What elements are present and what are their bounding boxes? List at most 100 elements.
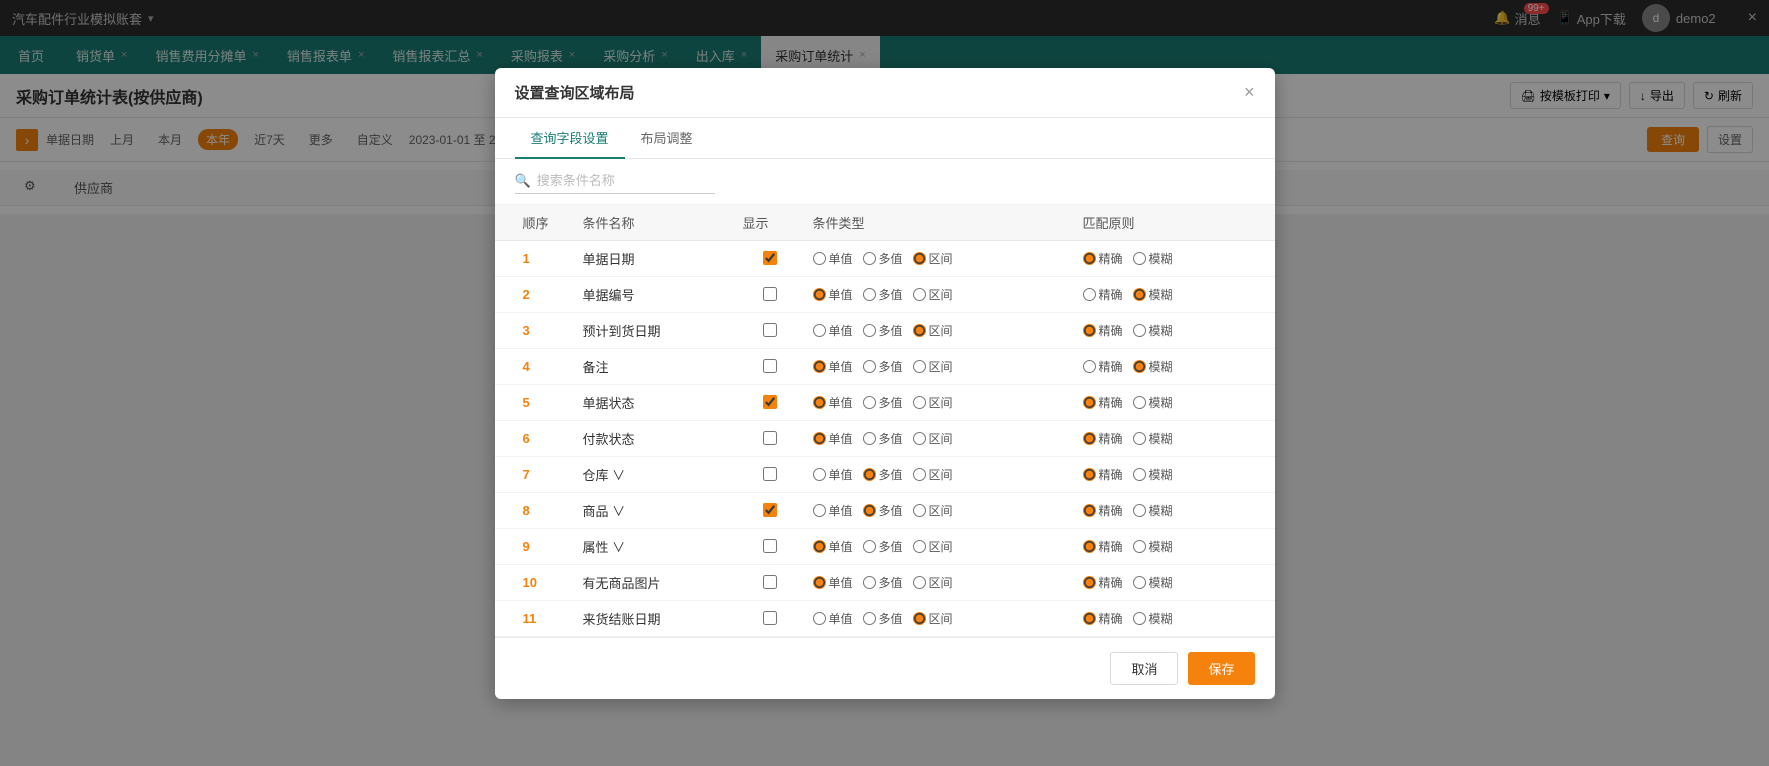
match-rule-exact-radio[interactable] (1083, 288, 1096, 301)
condition-type-range-label[interactable]: 区间 (913, 610, 953, 627)
match-rule-exact-radio[interactable] (1083, 396, 1096, 409)
cancel-btn[interactable]: 取消 (1110, 652, 1178, 685)
match-rule-fuzzy-label[interactable]: 模糊 (1133, 322, 1173, 339)
condition-type-range-label[interactable]: 区间 (913, 394, 953, 411)
condition-type-range-radio[interactable] (913, 396, 926, 409)
match-rule-fuzzy-label[interactable]: 模糊 (1133, 574, 1173, 591)
condition-type-range-label[interactable]: 区间 (913, 466, 953, 483)
condition-type-multi-radio[interactable] (863, 396, 876, 409)
condition-type-single-radio[interactable] (813, 612, 826, 625)
match-rule-fuzzy-label[interactable]: 模糊 (1133, 502, 1173, 519)
match-rule-fuzzy-label[interactable]: 模糊 (1133, 358, 1173, 375)
match-rule-fuzzy-radio[interactable] (1133, 468, 1146, 481)
match-rule-exact-label[interactable]: 精确 (1083, 358, 1123, 375)
match-rule-exact-radio[interactable] (1083, 432, 1096, 445)
dialog-close-btn[interactable]: × (1244, 83, 1255, 101)
display-checkbox[interactable] (763, 503, 777, 517)
condition-type-range-radio[interactable] (913, 540, 926, 553)
condition-type-range-radio[interactable] (913, 612, 926, 625)
condition-type-single-radio[interactable] (813, 504, 826, 517)
condition-type-range-radio[interactable] (913, 252, 926, 265)
condition-type-multi-radio[interactable] (863, 576, 876, 589)
match-rule-fuzzy-label[interactable]: 模糊 (1133, 286, 1173, 303)
condition-type-single-label[interactable]: 单值 (813, 286, 853, 303)
condition-type-multi-radio[interactable] (863, 360, 876, 373)
condition-type-single-radio[interactable] (813, 396, 826, 409)
match-rule-exact-label[interactable]: 精确 (1083, 574, 1123, 591)
condition-type-multi-radio[interactable] (863, 288, 876, 301)
condition-type-single-label[interactable]: 单值 (813, 610, 853, 627)
match-rule-fuzzy-radio[interactable] (1133, 360, 1146, 373)
condition-type-multi-radio[interactable] (863, 468, 876, 481)
match-rule-fuzzy-label[interactable]: 模糊 (1133, 466, 1173, 483)
match-rule-fuzzy-radio[interactable] (1133, 504, 1146, 517)
condition-type-range-radio[interactable] (913, 324, 926, 337)
search-input[interactable] (537, 173, 687, 188)
condition-type-multi-radio[interactable] (863, 612, 876, 625)
condition-type-single-radio[interactable] (813, 324, 826, 337)
display-checkbox[interactable] (763, 287, 777, 301)
condition-type-range-radio[interactable] (913, 576, 926, 589)
condition-type-multi-label[interactable]: 多值 (863, 322, 903, 339)
condition-type-multi-radio[interactable] (863, 252, 876, 265)
match-rule-exact-radio[interactable] (1083, 576, 1096, 589)
condition-type-range-label[interactable]: 区间 (913, 250, 953, 267)
condition-type-single-label[interactable]: 单值 (813, 430, 853, 447)
condition-type-range-label[interactable]: 区间 (913, 322, 953, 339)
match-rule-exact-radio[interactable] (1083, 324, 1096, 337)
condition-type-single-label[interactable]: 单值 (813, 574, 853, 591)
match-rule-fuzzy-radio[interactable] (1133, 288, 1146, 301)
match-rule-exact-label[interactable]: 精确 (1083, 538, 1123, 555)
match-rule-fuzzy-radio[interactable] (1133, 396, 1146, 409)
match-rule-fuzzy-radio[interactable] (1133, 576, 1146, 589)
match-rule-exact-radio[interactable] (1083, 468, 1096, 481)
condition-type-multi-label[interactable]: 多值 (863, 358, 903, 375)
match-rule-fuzzy-label[interactable]: 模糊 (1133, 538, 1173, 555)
display-checkbox[interactable] (763, 395, 777, 409)
condition-type-range-radio[interactable] (913, 288, 926, 301)
match-rule-exact-label[interactable]: 精确 (1083, 322, 1123, 339)
condition-type-single-label[interactable]: 单值 (813, 394, 853, 411)
save-btn[interactable]: 保存 (1188, 652, 1254, 685)
display-checkbox[interactable] (763, 323, 777, 337)
match-rule-exact-radio[interactable] (1083, 252, 1096, 265)
condition-type-range-radio[interactable] (913, 432, 926, 445)
dialog-tab-field-settings[interactable]: 查询字段设置 (515, 118, 625, 159)
match-rule-exact-label[interactable]: 精确 (1083, 286, 1123, 303)
display-checkbox[interactable] (763, 575, 777, 589)
match-rule-fuzzy-radio[interactable] (1133, 432, 1146, 445)
match-rule-fuzzy-label[interactable]: 模糊 (1133, 610, 1173, 627)
condition-type-range-radio[interactable] (913, 504, 926, 517)
match-rule-exact-radio[interactable] (1083, 612, 1096, 625)
condition-type-range-radio[interactable] (913, 360, 926, 373)
condition-type-single-label[interactable]: 单值 (813, 358, 853, 375)
condition-type-multi-radio[interactable] (863, 324, 876, 337)
dialog-tab-layout[interactable]: 布局调整 (625, 118, 709, 159)
match-rule-exact-radio[interactable] (1083, 540, 1096, 553)
display-checkbox[interactable] (763, 467, 777, 481)
match-rule-fuzzy-label[interactable]: 模糊 (1133, 250, 1173, 267)
display-checkbox[interactable] (763, 251, 777, 265)
condition-type-range-label[interactable]: 区间 (913, 502, 953, 519)
condition-type-multi-label[interactable]: 多值 (863, 466, 903, 483)
condition-type-range-label[interactable]: 区间 (913, 358, 953, 375)
match-rule-fuzzy-radio[interactable] (1133, 612, 1146, 625)
condition-type-range-label[interactable]: 区间 (913, 286, 953, 303)
condition-type-single-label[interactable]: 单值 (813, 466, 853, 483)
condition-type-multi-radio[interactable] (863, 432, 876, 445)
display-checkbox[interactable] (763, 431, 777, 445)
condition-type-single-radio[interactable] (813, 360, 826, 373)
condition-type-multi-radio[interactable] (863, 504, 876, 517)
condition-type-range-label[interactable]: 区间 (913, 574, 953, 591)
match-rule-exact-label[interactable]: 精确 (1083, 502, 1123, 519)
condition-type-range-label[interactable]: 区间 (913, 538, 953, 555)
match-rule-fuzzy-label[interactable]: 模糊 (1133, 394, 1173, 411)
condition-type-multi-label[interactable]: 多值 (863, 286, 903, 303)
condition-type-range-radio[interactable] (913, 468, 926, 481)
condition-type-multi-label[interactable]: 多值 (863, 250, 903, 267)
condition-type-single-radio[interactable] (813, 288, 826, 301)
condition-type-multi-label[interactable]: 多值 (863, 502, 903, 519)
condition-type-single-label[interactable]: 单值 (813, 538, 853, 555)
condition-type-single-radio[interactable] (813, 432, 826, 445)
condition-type-multi-label[interactable]: 多值 (863, 574, 903, 591)
